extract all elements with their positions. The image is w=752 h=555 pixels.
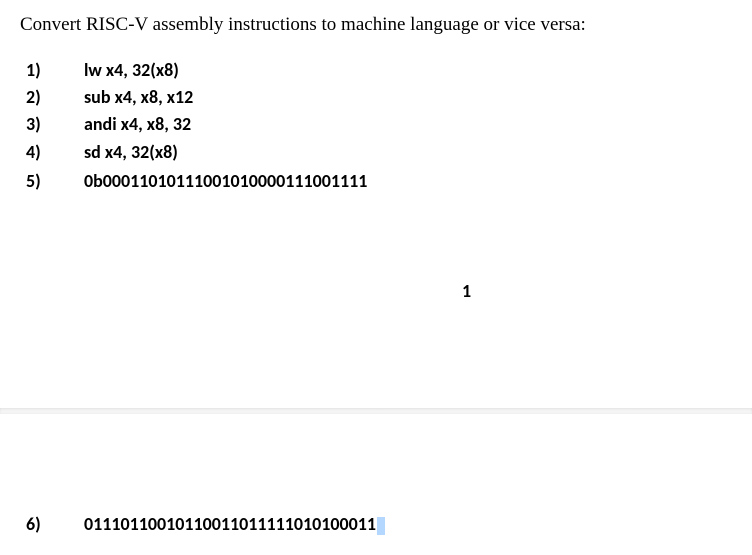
item-number: 1)	[26, 58, 84, 83]
selection-highlight	[377, 517, 385, 535]
page-number: 1	[462, 280, 471, 302]
item-text: sd x4, 32(x8)	[84, 140, 732, 165]
item-text: 01110110010110011011111010100011	[84, 513, 385, 535]
item-number: 6)	[26, 513, 84, 535]
item-text: 0b00011010111001010000111001111	[84, 169, 732, 194]
question-prompt: Convert RISC-V assembly instructions to …	[20, 14, 732, 36]
items-list: 1) lw x4, 32(x8) 2) sub x4, x8, x12 3) a…	[26, 58, 732, 194]
list-item: 5) 0b00011010111001010000111001111	[26, 169, 732, 194]
list-item: 2) sub x4, x8, x12	[26, 85, 732, 110]
list-item: 3) andi x4, x8, 32	[26, 112, 732, 137]
item-number: 4)	[26, 140, 84, 165]
item-number: 3)	[26, 112, 84, 137]
item-number: 5)	[26, 169, 84, 194]
item-text: lw x4, 32(x8)	[84, 58, 732, 83]
item-text: andi x4, x8, 32	[84, 112, 732, 137]
item-text-value: 01110110010110011011111010100011	[84, 513, 376, 535]
list-item: 6) 01110110010110011011111010100011	[26, 513, 385, 535]
item-text: sub x4, x8, x12	[84, 85, 732, 110]
page-divider	[0, 408, 752, 414]
item-number: 2)	[26, 85, 84, 110]
list-item: 1) lw x4, 32(x8)	[26, 58, 732, 83]
list-item: 4) sd x4, 32(x8)	[26, 140, 732, 165]
